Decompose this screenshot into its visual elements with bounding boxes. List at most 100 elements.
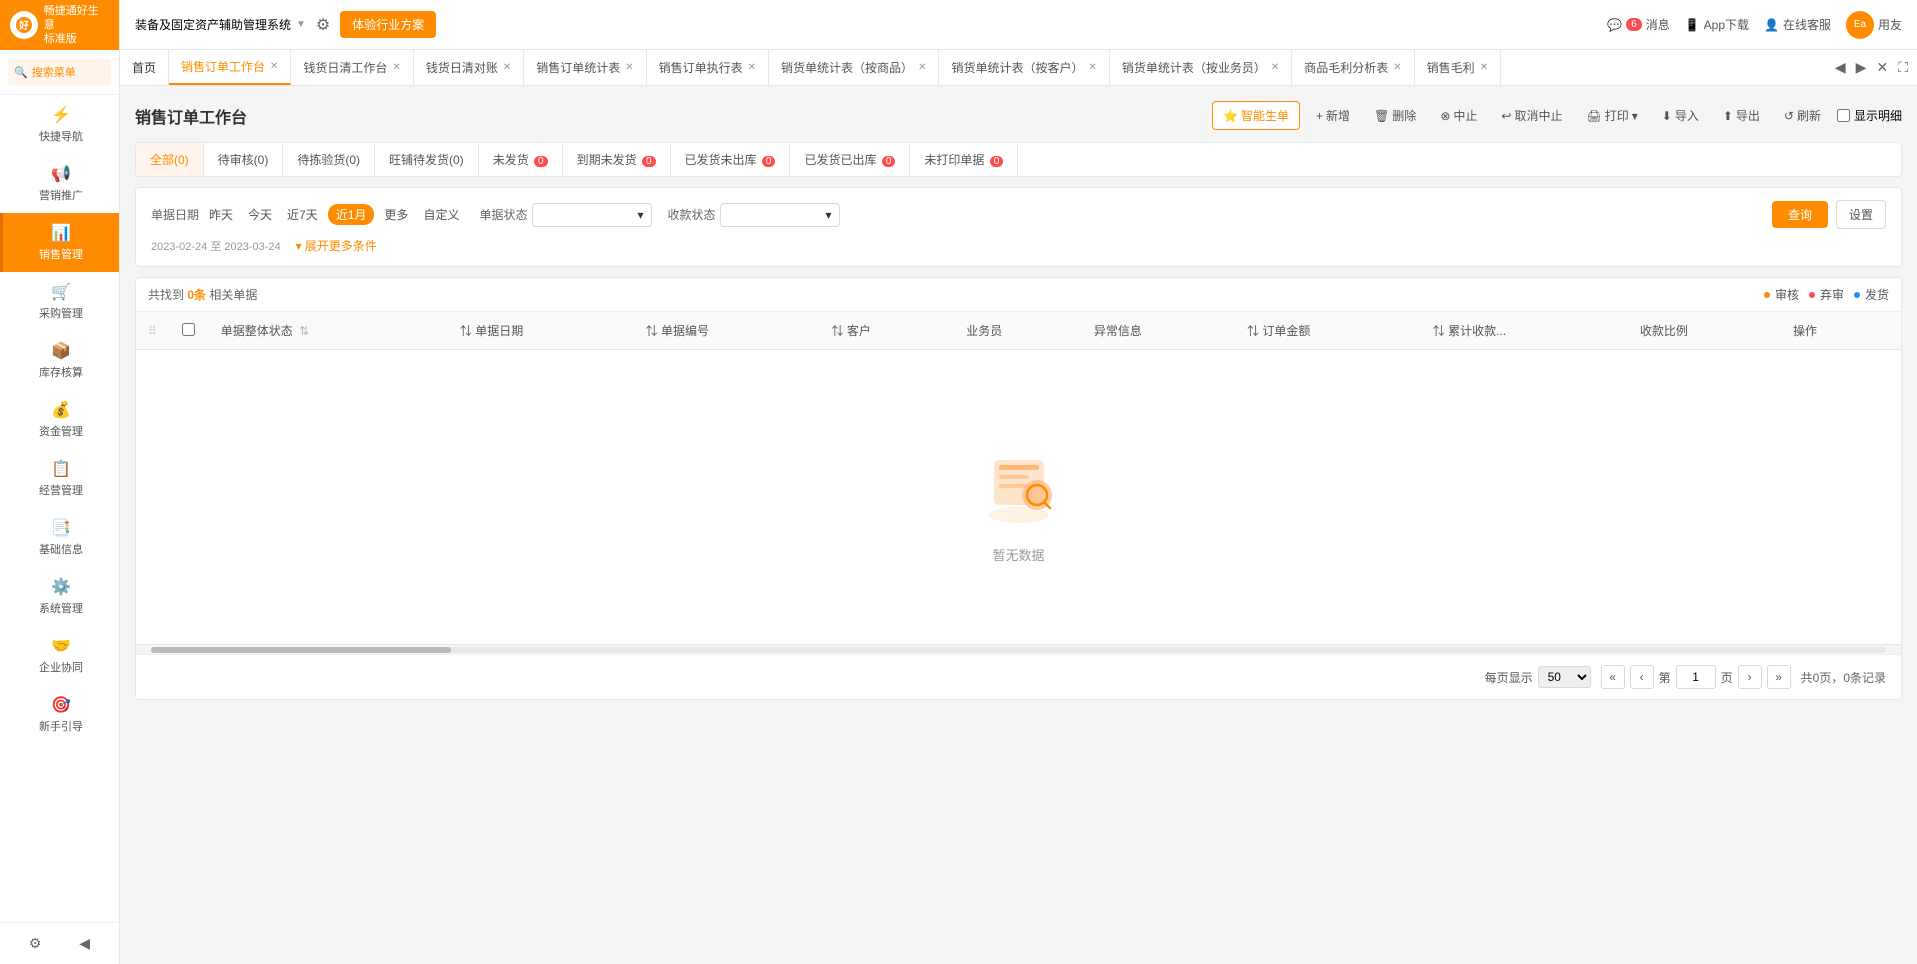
sort-customer-icon[interactable]: ⇅: [831, 324, 843, 338]
settings-icon[interactable]: ⚙: [316, 15, 330, 35]
sidebar-item-inventory[interactable]: 📦 库存核算: [0, 331, 119, 390]
tab-home[interactable]: 首页: [120, 50, 169, 85]
add-icon: +: [1316, 109, 1323, 123]
tab-close-sales-by-customer[interactable]: ✕: [1088, 62, 1096, 73]
date-option-7days[interactable]: 近7天: [282, 204, 323, 225]
message-center[interactable]: 💬 6 消息: [1607, 16, 1670, 33]
tab-scroll-left[interactable]: ◀: [1831, 57, 1850, 78]
tab-sales-stats[interactable]: 销售订单统计表 ✕: [524, 50, 646, 85]
tab-close-sales-by-salesperson[interactable]: ✕: [1271, 62, 1279, 73]
tab-close-margin-analysis[interactable]: ✕: [1393, 62, 1401, 73]
payment-select[interactable]: ▾: [720, 203, 840, 227]
sub-tab-not-printed[interactable]: 未打印单据 0: [910, 143, 1018, 176]
smart-create-button[interactable]: ⭐ 智能生单: [1212, 101, 1300, 130]
sidebar-collapse-button[interactable]: ◀: [75, 933, 94, 954]
sub-tab-shipped-out[interactable]: 已发货已出库 0: [790, 143, 910, 176]
sidebar-item-finance[interactable]: 💰 资金管理: [0, 390, 119, 449]
tab-close-cash-reconcile[interactable]: ✕: [503, 62, 511, 73]
sort-number-icon[interactable]: ⇅: [646, 324, 658, 338]
print-button[interactable]: 🖨 打印 ▾: [1578, 102, 1645, 129]
tab-sales-execution[interactable]: 销售订单执行表 ✕: [647, 50, 769, 85]
refresh-button[interactable]: ↺ 刷新: [1776, 102, 1829, 129]
import-button[interactable]: ⬇ 导入: [1654, 102, 1707, 129]
sidebar-item-system[interactable]: ⚙️ 系统管理: [0, 567, 119, 626]
tab-sales-margin[interactable]: 销售毛利 ✕: [1415, 50, 1501, 85]
show-detail-checkbox[interactable]: [1837, 109, 1850, 122]
sidebar-settings-button[interactable]: ⚙: [25, 933, 46, 954]
cancel-stop-button[interactable]: ↩ 取消中止: [1493, 102, 1570, 129]
date-option-more[interactable]: 更多: [379, 204, 413, 225]
sort-overall-status[interactable]: ⇅: [299, 324, 309, 338]
tab-cash-daily-workbench[interactable]: 钱货日清工作台 ✕: [291, 50, 413, 85]
sidebar-item-collab[interactable]: 🤝 企业协同: [0, 626, 119, 685]
scrollbar-thumb[interactable]: [151, 647, 451, 653]
sub-tab-overdue-ship[interactable]: 到期未发货 0: [563, 143, 671, 176]
page-first-btn[interactable]: «: [1601, 665, 1625, 689]
export-button[interactable]: ⬆ 导出: [1715, 102, 1768, 129]
date-option-custom[interactable]: 自定义: [418, 204, 464, 225]
data-table: ⠿ 单据整体状态 ⇅ ⇅ 单据日期: [136, 312, 1901, 350]
sub-tab-pending-review[interactable]: 待审核(0): [204, 143, 284, 176]
set-button[interactable]: 设置: [1836, 200, 1886, 229]
col-operations: 操作: [1781, 312, 1901, 350]
tab-margin-analysis[interactable]: 商品毛利分析表 ✕: [1292, 50, 1414, 85]
tab-close-sales-by-product[interactable]: ✕: [918, 62, 926, 73]
status-filter: 单据状态 ▾: [479, 203, 652, 227]
page-number-input[interactable]: [1676, 665, 1716, 689]
sub-tab-not-shipped[interactable]: 未发货 0: [479, 143, 563, 176]
select-all-checkbox[interactable]: [182, 323, 195, 336]
query-button[interactable]: 查询: [1772, 201, 1828, 228]
system-name[interactable]: 装备及固定资产辅助管理系统 ▼: [135, 16, 306, 33]
sub-tab-shipped-not-out[interactable]: 已发货未出库 0: [671, 143, 791, 176]
sort-date-icon[interactable]: ⇅: [460, 324, 472, 338]
date-option-today[interactable]: 今天: [243, 204, 277, 225]
tab-maximize[interactable]: ⛶: [1894, 57, 1912, 78]
date-option-1month[interactable]: 近1月: [328, 204, 375, 225]
tab-sales-by-customer[interactable]: 销货单统计表（按客户） ✕: [939, 50, 1109, 85]
tab-close-sales-margin[interactable]: ✕: [1480, 62, 1488, 73]
tab-sales-by-product[interactable]: 销货单统计表（按商品） ✕: [769, 50, 939, 85]
sub-tab-wangpu-ship[interactable]: 旺铺待发货(0): [375, 143, 479, 176]
expand-filter-button[interactable]: ▾ 展开更多条件: [296, 237, 377, 254]
search-menu-button[interactable]: 🔍 搜索菜单: [8, 58, 111, 86]
page-prev-btn[interactable]: ‹: [1630, 665, 1654, 689]
tab-sales-order-workbench[interactable]: 销售订单工作台 ✕: [169, 50, 291, 85]
review-action-btn[interactable]: 审核: [1764, 286, 1799, 303]
sidebar-item-sales[interactable]: 📊 销售管理: [0, 213, 119, 272]
tab-close-sales-order[interactable]: ✕: [270, 61, 278, 72]
stop-button[interactable]: ⊗ 中止: [1432, 102, 1485, 129]
tab-close-sales-stats[interactable]: ✕: [625, 62, 633, 73]
sub-tab-pending-pick[interactable]: 待拣验货(0): [283, 143, 375, 176]
cancel-review-action-btn[interactable]: 弃审: [1809, 286, 1844, 303]
sub-tab-all[interactable]: 全部(0): [136, 143, 204, 176]
date-option-yesterday[interactable]: 昨天: [204, 204, 238, 225]
status-select[interactable]: ▾: [532, 203, 652, 227]
app-download[interactable]: 📱 App下载: [1685, 16, 1749, 33]
sort-cumulative-icon[interactable]: ⇅: [1433, 324, 1445, 338]
tab-close-all[interactable]: ✕: [1872, 57, 1892, 78]
page-last-btn[interactable]: »: [1767, 665, 1791, 689]
tab-close-cash-daily[interactable]: ✕: [392, 62, 400, 73]
industry-solution-button[interactable]: 体验行业方案: [340, 11, 436, 38]
tab-cash-reconcile[interactable]: 钱货日清对账 ✕: [414, 50, 524, 85]
tab-close-sales-execution[interactable]: ✕: [748, 62, 756, 73]
tab-sales-by-salesperson[interactable]: 销货单统计表（按业务员） ✕: [1110, 50, 1292, 85]
page-size-dropdown[interactable]: 50 10 20 100: [1538, 666, 1591, 688]
page-next-btn[interactable]: ›: [1738, 665, 1762, 689]
delete-button[interactable]: 🗑 删除: [1366, 102, 1424, 129]
online-service[interactable]: 👤 在线客服: [1764, 16, 1831, 33]
sidebar-item-basic-info[interactable]: 📑 基础信息: [0, 508, 119, 567]
tab-scroll-right[interactable]: ▶: [1852, 57, 1871, 78]
sidebar-item-guide[interactable]: 🎯 新手引导: [0, 685, 119, 744]
ship-action-btn[interactable]: 发货: [1854, 286, 1889, 303]
sidebar-item-marketing[interactable]: 📢 营销推广: [0, 154, 119, 213]
user-menu[interactable]: Ea 用友: [1846, 11, 1902, 39]
sidebar-item-operations[interactable]: 📋 经营管理: [0, 449, 119, 508]
horizontal-scrollbar[interactable]: [136, 644, 1901, 654]
add-button[interactable]: + 新增: [1308, 102, 1358, 129]
sidebar-item-quick-nav[interactable]: ⚡ 快捷导航: [0, 95, 119, 154]
show-detail-label[interactable]: 显示明细: [1837, 107, 1902, 124]
sort-amount-icon[interactable]: ⇅: [1247, 324, 1259, 338]
sidebar-item-purchase[interactable]: 🛒 采购管理: [0, 272, 119, 331]
scrollbar-track[interactable]: [151, 647, 1886, 653]
